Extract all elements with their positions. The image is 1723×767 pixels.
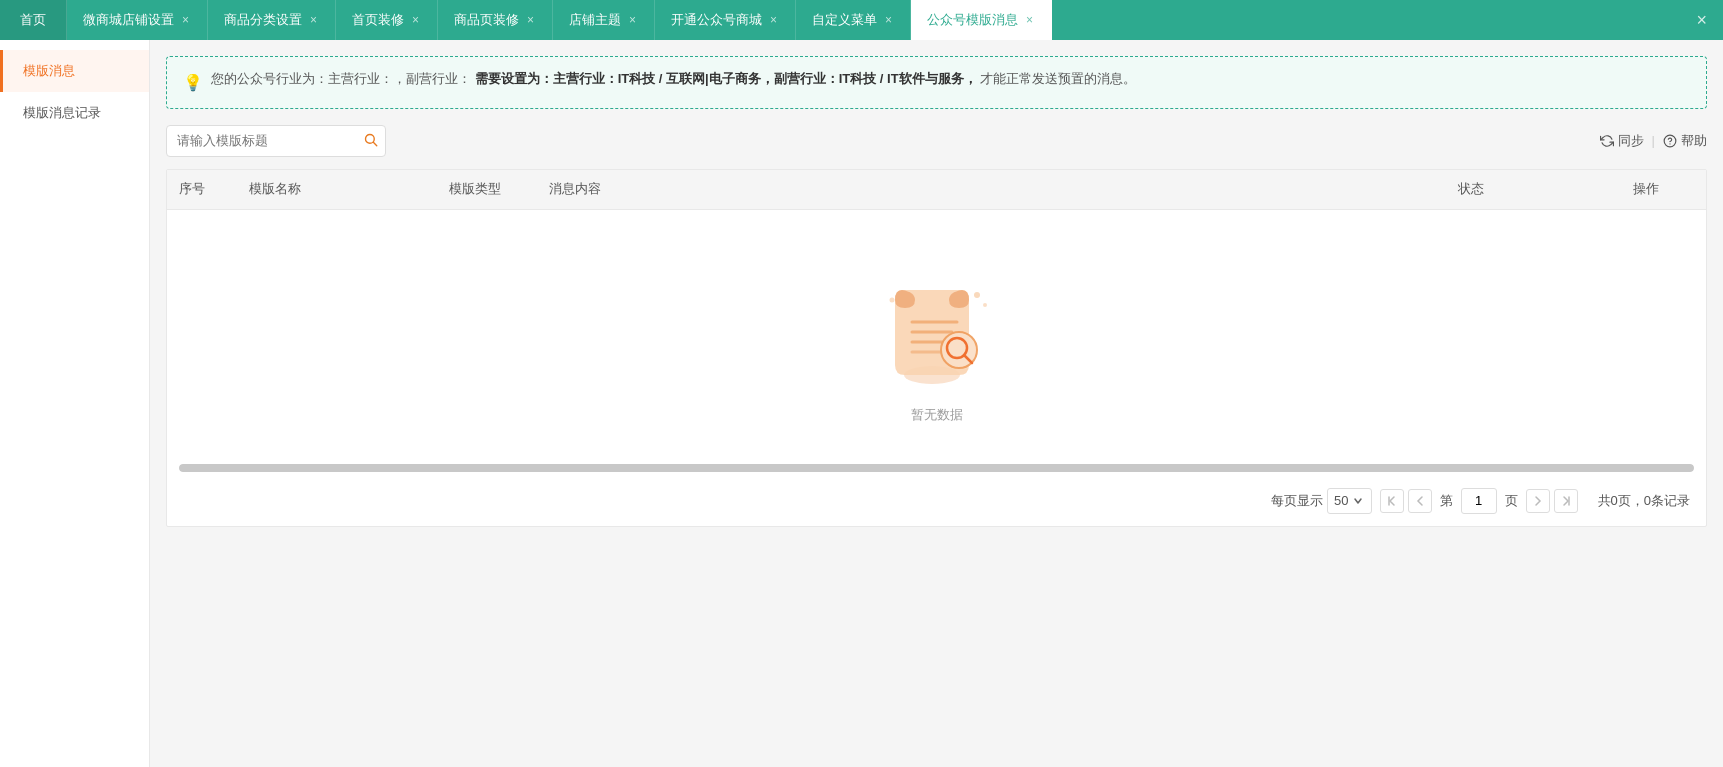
tab-shop-theme[interactable]: 店铺主题 × <box>553 0 655 40</box>
tab-product-decor[interactable]: 商品页装修 × <box>438 0 553 40</box>
search-input[interactable] <box>166 125 386 157</box>
page-size-label: 每页显示 <box>1271 492 1323 510</box>
tab-open-wechat-shop[interactable]: 开通公众号商城 × <box>655 0 796 40</box>
close-tab-home-decor[interactable]: × <box>410 11 421 29</box>
search-bar: 同步 | 帮助 <box>166 125 1707 157</box>
tab-bar-close-all[interactable]: × <box>1680 10 1723 31</box>
first-page-icon <box>1386 495 1398 507</box>
th-seq: 序号 <box>167 180 237 198</box>
prev-page-icon <box>1414 495 1426 507</box>
page-navigation: 第 页 <box>1380 488 1578 514</box>
th-action: 操作 <box>1586 180 1706 198</box>
th-name: 模版名称 <box>237 180 437 198</box>
next-page-icon <box>1532 495 1544 507</box>
tab-product-category[interactable]: 商品分类设置 × <box>208 0 336 40</box>
next-page-button[interactable] <box>1526 489 1550 513</box>
scrollbar-thumb <box>179 464 1694 472</box>
prev-page-button[interactable] <box>1408 489 1432 513</box>
help-icon <box>1663 134 1677 148</box>
close-tab-product-decor[interactable]: × <box>525 11 536 29</box>
svg-line-1 <box>373 142 376 145</box>
tab-home-decor[interactable]: 首页装修 × <box>336 0 438 40</box>
page-size-dropdown[interactable]: 50 <box>1327 488 1371 514</box>
sync-icon <box>1600 134 1614 148</box>
horizontal-scrollbar[interactable] <box>179 464 1694 472</box>
last-page-button[interactable] <box>1554 489 1578 513</box>
svg-point-14 <box>889 297 894 302</box>
empty-svg <box>877 270 997 400</box>
tab-home-label: 首页 <box>20 11 46 29</box>
search-left <box>166 125 386 157</box>
notice-text: 您的公众号行业为：主营行业：，副营行业： 需要设置为：主营行业：IT科技 / 互… <box>211 69 1136 90</box>
tab-home-decor-label: 首页装修 <box>352 11 404 29</box>
sidebar-item-template-message-log[interactable]: 模版消息记录 <box>0 92 149 134</box>
content-area: 💡 您的公众号行业为：主营行业：，副营行业： 需要设置为：主营行业：IT科技 /… <box>150 40 1723 767</box>
notice-icon: 💡 <box>183 70 203 96</box>
svg-point-13 <box>983 303 987 307</box>
empty-illustration <box>877 270 997 390</box>
tab-home[interactable]: 首页 <box>0 0 67 40</box>
search-right: 同步 | 帮助 <box>1600 132 1707 150</box>
sidebar-item-template-message[interactable]: 模版消息 <box>0 50 149 92</box>
data-table: 序号 模版名称 模版类型 消息内容 状态 操作 <box>166 169 1707 527</box>
search-icon <box>363 132 378 147</box>
th-content: 消息内容 <box>537 180 1446 198</box>
tab-product-decor-label: 商品页装修 <box>454 11 519 29</box>
notice-highlight: 需要设置为：主营行业：IT科技 / 互联网|电子商务，副营行业：IT科技 / I… <box>475 71 977 86</box>
tab-shop-settings[interactable]: 微商城店铺设置 × <box>67 0 208 40</box>
tab-template-message[interactable]: 公众号模版消息 × <box>911 0 1052 40</box>
tab-open-wechat-shop-label: 开通公众号商城 <box>671 11 762 29</box>
page-suffix: 页 <box>1505 492 1518 510</box>
search-button[interactable] <box>363 132 378 150</box>
close-tab-custom-menu[interactable]: × <box>883 11 894 29</box>
pagination: 每页显示 50 <box>167 476 1706 526</box>
close-tab-product-category[interactable]: × <box>308 11 319 29</box>
sidebar: 模版消息 模版消息记录 <box>0 40 150 767</box>
empty-text: 暂无数据 <box>911 406 963 424</box>
page-size-select: 每页显示 50 <box>1271 488 1371 514</box>
close-tab-template-message[interactable]: × <box>1024 11 1035 29</box>
svg-point-12 <box>974 292 980 298</box>
tab-custom-menu-label: 自定义菜单 <box>812 11 877 29</box>
total-info: 共0页，0条记录 <box>1598 492 1690 510</box>
main-layout: 模版消息 模版消息记录 💡 您的公众号行业为：主营行业：，副营行业： 需要设置为… <box>0 40 1723 767</box>
empty-state: 暂无数据 <box>167 210 1706 464</box>
page-label: 第 <box>1440 492 1453 510</box>
chevron-down-icon <box>1353 496 1363 506</box>
tab-custom-menu[interactable]: 自定义菜单 × <box>796 0 911 40</box>
notice-box: 💡 您的公众号行业为：主营行业：，副营行业： 需要设置为：主营行业：IT科技 /… <box>166 56 1707 109</box>
tab-shop-settings-label: 微商城店铺设置 <box>83 11 174 29</box>
tab-shop-theme-label: 店铺主题 <box>569 11 621 29</box>
first-page-button[interactable] <box>1380 489 1404 513</box>
close-tab-shop-theme[interactable]: × <box>627 11 638 29</box>
tab-bar: 首页 微商城店铺设置 × 商品分类设置 × 首页装修 × 商品页装修 × 店铺主… <box>0 0 1723 40</box>
help-button[interactable]: 帮助 <box>1663 132 1707 150</box>
close-tab-shop-settings[interactable]: × <box>180 11 191 29</box>
last-page-icon <box>1560 495 1572 507</box>
sync-button[interactable]: 同步 <box>1600 132 1644 150</box>
th-type: 模版类型 <box>437 180 537 198</box>
tab-product-category-label: 商品分类设置 <box>224 11 302 29</box>
th-status: 状态 <box>1446 180 1586 198</box>
table-header: 序号 模版名称 模版类型 消息内容 状态 操作 <box>167 170 1706 210</box>
tab-template-message-label: 公众号模版消息 <box>927 11 1018 29</box>
divider: | <box>1652 133 1655 148</box>
close-tab-open-wechat-shop[interactable]: × <box>768 11 779 29</box>
search-input-wrap <box>166 125 386 157</box>
page-input[interactable] <box>1461 488 1497 514</box>
